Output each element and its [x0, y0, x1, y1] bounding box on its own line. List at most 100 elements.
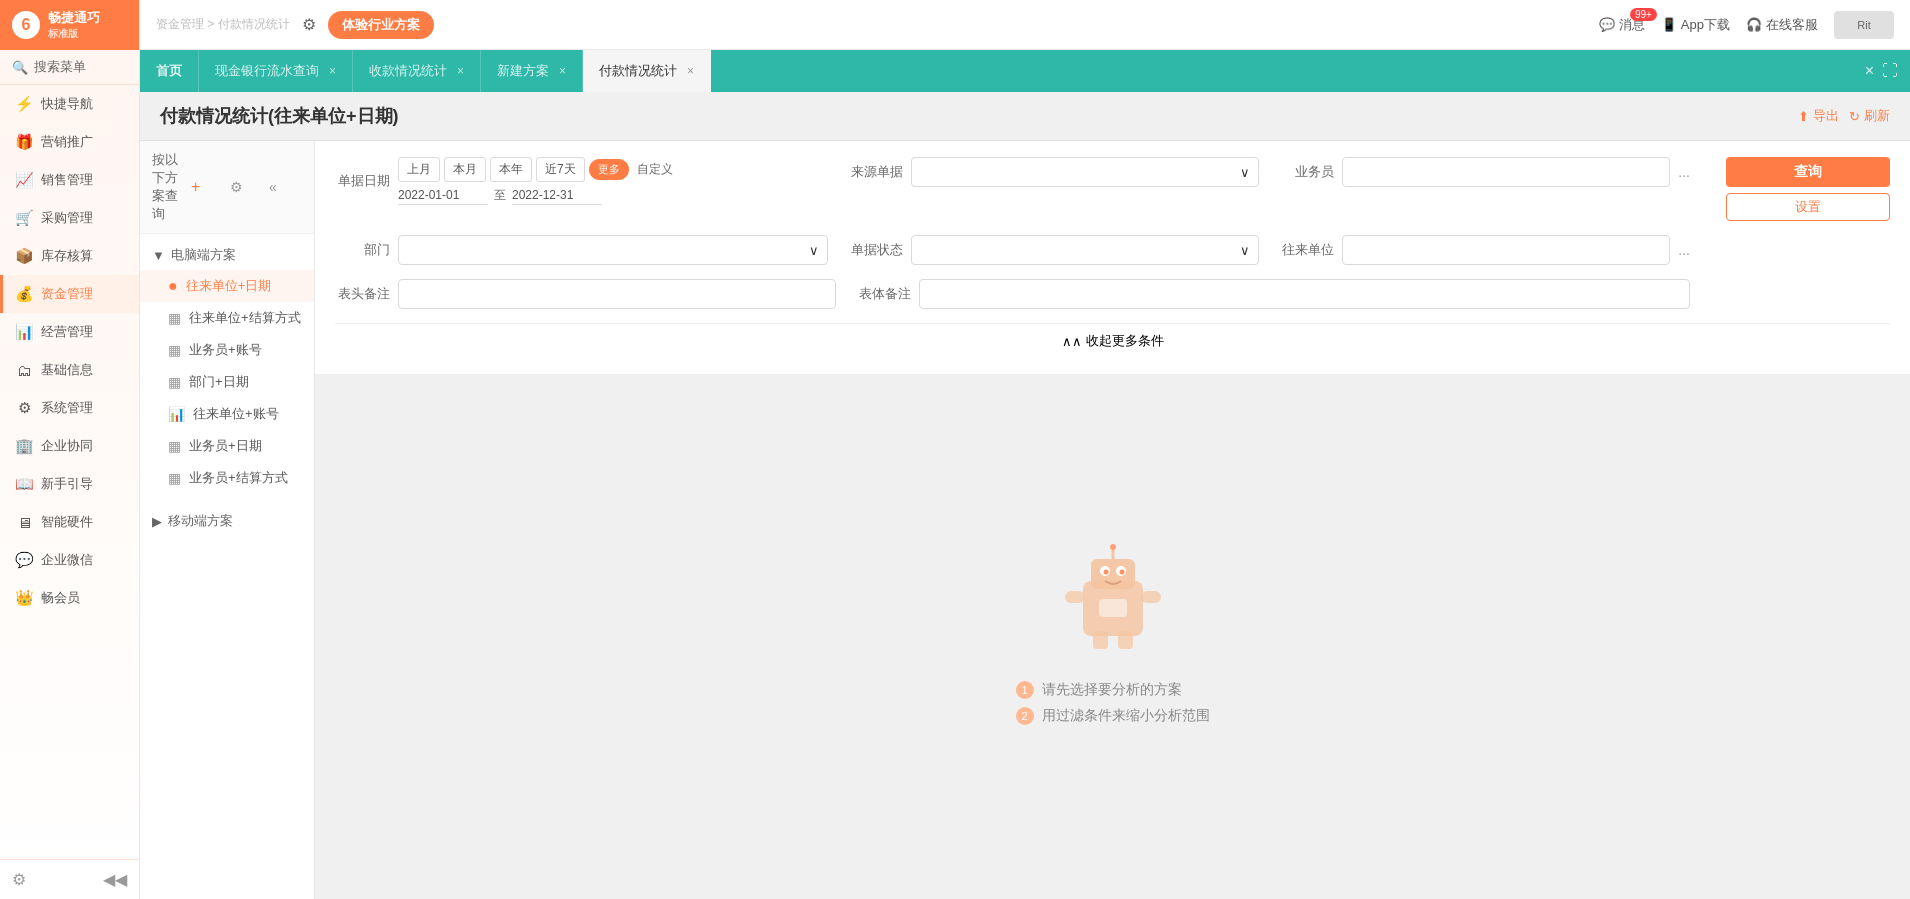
scheme-item-label: 部门+日期 [189, 373, 249, 391]
tab-cashflow[interactable]: 现金银行流水查询 × [199, 50, 353, 92]
sidebar-item-label: 畅会员 [41, 589, 80, 607]
topbar-settings-btn[interactable]: ⚙ [302, 15, 316, 34]
scheme-gear-btn[interactable]: ⚙ [230, 179, 263, 195]
sidebar-item-inventory[interactable]: 📦 库存核算 [0, 237, 139, 275]
scheme-sidebar-header: 按以下方案查询 + ⚙ « [140, 141, 314, 234]
sidebar-item-hardware[interactable]: 🖥 智能硬件 [0, 503, 139, 541]
export-btn[interactable]: ⬆ 导出 [1798, 107, 1839, 125]
body-note-label: 表体备注 [856, 285, 911, 303]
scheme-item-icon-unit-settlement: ▦ [168, 310, 181, 326]
scheme-item-staff-settlement[interactable]: ▦ 业务员+结算方式 [140, 462, 314, 494]
filter-area: 单据日期 上月 本月 本年 近7天 更多 自定义 [315, 141, 1910, 374]
related-unit-dots[interactable]: ... [1678, 242, 1690, 258]
date-btn-7days[interactable]: 近7天 [536, 157, 585, 182]
tab-receipt[interactable]: 收款情况统计 × [353, 50, 481, 92]
app-download-btn[interactable]: 📱 App下载 [1661, 16, 1730, 34]
filter-row-1: 单据日期 上月 本月 本年 近7天 更多 自定义 [335, 157, 1890, 221]
sidebar-item-marketing[interactable]: 🎁 营销推广 [0, 123, 139, 161]
tab-cashflow-close[interactable]: × [329, 64, 336, 78]
scheme-mobile-group: ▶ 移动端方案 [140, 500, 314, 542]
tabs-close-all-btn[interactable]: × [1865, 62, 1874, 80]
search-menu[interactable]: 🔍 搜索菜单 [0, 50, 139, 85]
dept-select[interactable]: ∨ [398, 235, 828, 265]
header-note-input[interactable] [398, 279, 836, 309]
tab-payment-stat[interactable]: 付款情况统计 × [583, 50, 711, 92]
date-start-input[interactable] [398, 186, 488, 205]
sidebar-item-basic[interactable]: 🗂 基础信息 [0, 351, 139, 389]
svg-rect-12 [1099, 599, 1127, 617]
filter-row-3: 表头备注 表体备注 [335, 279, 1890, 309]
collapse-filters-btn[interactable]: ∧∧ 收起更多条件 [335, 323, 1890, 358]
date-btn-last-month[interactable]: 上月 [398, 157, 440, 182]
tab-payment-stat-close[interactable]: × [687, 64, 694, 78]
settings-small-btn[interactable]: 设置 [1726, 193, 1890, 221]
trial-btn[interactable]: 体验行业方案 [328, 11, 434, 39]
empty-tip-num-2: 2 [1016, 707, 1034, 725]
filter-item-staff: 业务员 ... [1279, 157, 1690, 187]
tab-home[interactable]: 首页 [140, 50, 199, 92]
main-area: 资金管理 > 付款情况统计 ⚙ 体验行业方案 💬 消息 99+ 📱 App下载 … [140, 0, 1910, 899]
staff-select[interactable] [1342, 157, 1670, 187]
sidebar-item-system[interactable]: ⚙ 系统管理 [0, 389, 139, 427]
tabs-bar: 首页 现金银行流水查询 × 收款情况统计 × 新建方案 × 付款情况统计 × ×… [140, 50, 1910, 92]
user-avatar[interactable]: Rit [1834, 11, 1894, 39]
date-end-input[interactable] [512, 186, 602, 205]
sidebar-item-shortcut[interactable]: ⚡ 快捷导航 [0, 85, 139, 123]
scheme-item-icon-unit-date: ● [168, 277, 178, 295]
collapse-sidebar-btn[interactable]: ◀◀ [103, 870, 127, 889]
sidebar-logo: 6 畅捷通巧 标准版 [0, 0, 139, 50]
svg-rect-8 [1093, 631, 1108, 649]
message-btn[interactable]: 💬 消息 99+ [1599, 16, 1645, 34]
sidebar-item-weixin[interactable]: 💬 企业微信 [0, 541, 139, 579]
tab-cashflow-label: 现金银行流水查询 [215, 62, 319, 80]
body-note-input[interactable] [919, 279, 1690, 309]
sidebar-item-member[interactable]: 👑 畅会员 [0, 579, 139, 617]
date-btn-this-month[interactable]: 本月 [444, 157, 486, 182]
date-btn-more[interactable]: 更多 [589, 159, 629, 180]
scheme-item-label: 往来单位+结算方式 [189, 309, 301, 327]
sidebar-item-label: 营销推广 [41, 133, 93, 151]
tab-new-scheme[interactable]: 新建方案 × [481, 50, 583, 92]
sidebar-item-guide[interactable]: 📖 新手引导 [0, 465, 139, 503]
sidebar-item-label: 系统管理 [41, 399, 93, 417]
sidebar-item-purchase[interactable]: 🛒 采购管理 [0, 199, 139, 237]
refresh-btn[interactable]: ↻ 刷新 [1849, 107, 1890, 125]
sidebar-item-sales[interactable]: 📈 销售管理 [0, 161, 139, 199]
staff-dots[interactable]: ... [1678, 164, 1690, 180]
sidebar-item-label: 资金管理 [41, 285, 93, 303]
sidebar-item-label: 销售管理 [41, 171, 93, 189]
scheme-mobile-title[interactable]: ▶ 移动端方案 [140, 506, 314, 536]
date-btn-this-year[interactable]: 本年 [490, 157, 532, 182]
svg-point-11 [1110, 544, 1116, 550]
tabs-fullscreen-btn[interactable]: ⛶ [1882, 62, 1898, 80]
filter-item-header-note: 表头备注 [335, 279, 836, 309]
scheme-item-label: 往来单位+日期 [186, 277, 272, 295]
scheme-collapse-btn[interactable]: « [269, 179, 302, 195]
sidebar-item-label: 企业微信 [41, 551, 93, 569]
voucher-status-select[interactable]: ∨ [911, 235, 1259, 265]
scheme-item-dept-date[interactable]: ▦ 部门+日期 [140, 366, 314, 398]
filter-item-source: 来源单据 ∨ [848, 157, 1259, 187]
sidebar-item-corp[interactable]: 🏢 企业协同 [0, 427, 139, 465]
scheme-item-unit-settlement[interactable]: ▦ 往来单位+结算方式 [140, 302, 314, 334]
query-btn[interactable]: 查询 [1726, 157, 1890, 187]
related-unit-select[interactable] [1342, 235, 1670, 265]
scheme-desktop-title[interactable]: ▼ 电脑端方案 [140, 240, 314, 270]
scheme-item-unit-account[interactable]: 📊 往来单位+账号 [140, 398, 314, 430]
system-icon: ⚙ [15, 399, 33, 417]
scheme-add-btn[interactable]: + [191, 178, 224, 196]
service-btn[interactable]: 🎧 在线客服 [1746, 16, 1818, 34]
tab-new-scheme-close[interactable]: × [559, 64, 566, 78]
sidebar-item-operation[interactable]: 📊 经营管理 [0, 313, 139, 351]
sidebar: 6 畅捷通巧 标准版 🔍 搜索菜单 ⚡ 快捷导航 🎁 营销推广 📈 销售管理 🛒… [0, 0, 140, 899]
scheme-item-staff-date[interactable]: ▦ 业务员+日期 [140, 430, 314, 462]
sidebar-item-finance[interactable]: 💰 资金管理 [0, 275, 139, 313]
scheme-desktop-label: 电脑端方案 [171, 246, 236, 264]
tab-receipt-close[interactable]: × [457, 64, 464, 78]
scheme-item-label: 业务员+账号 [189, 341, 262, 359]
scheme-item-unit-date[interactable]: ● 往来单位+日期 [140, 270, 314, 302]
settings-bottom-icon[interactable]: ⚙ [12, 870, 26, 889]
scheme-item-staff-account[interactable]: ▦ 业务员+账号 [140, 334, 314, 366]
source-select-arrow: ∨ [1240, 165, 1250, 180]
source-select[interactable]: ∨ [911, 157, 1259, 187]
